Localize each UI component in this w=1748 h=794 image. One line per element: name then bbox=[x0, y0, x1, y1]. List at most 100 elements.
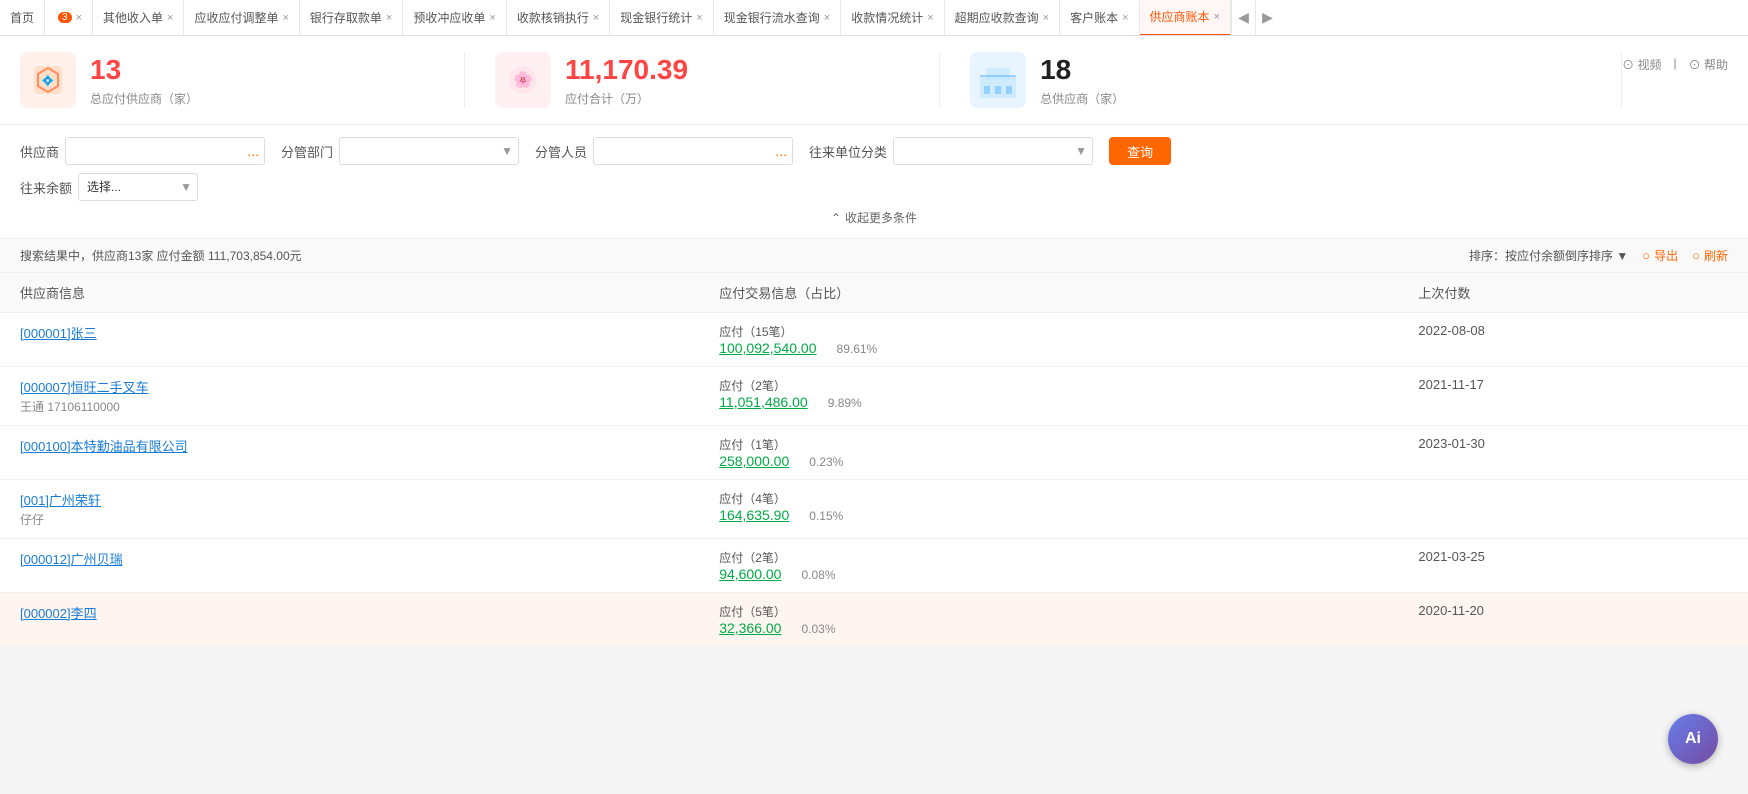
nav-tab-verify[interactable]: 收款核销执行 × bbox=[507, 0, 610, 36]
tx-cell: 应付（2笔）11,051,486.009.89% bbox=[699, 367, 1398, 426]
help-link[interactable]: ⊙ 帮助 bbox=[1689, 56, 1728, 73]
ai-button[interactable]: Ai bbox=[1668, 714, 1718, 764]
dept-filter-label: 分管部门 bbox=[281, 142, 333, 161]
last-pay-cell bbox=[1398, 480, 1748, 539]
result-right: 排序：按应付余额倒序排序 ▼ ○ 导出 ○ 刷新 bbox=[1469, 247, 1728, 264]
nav-tab-3-close[interactable]: × bbox=[76, 12, 82, 24]
tx-amount[interactable]: 258,000.00 bbox=[719, 453, 789, 469]
dept-select[interactable] bbox=[339, 137, 519, 165]
nav-tab-cash-flow-label: 现金银行流水查询 bbox=[724, 9, 820, 26]
total-payable-value: 11,170.39 bbox=[565, 53, 688, 87]
supplier-input-wrap: ... bbox=[65, 137, 265, 165]
summary-bar: 💠 13 总应付供应商（家） 🌸 11,170.39 应付合计（万） bbox=[0, 36, 1748, 125]
total-payable-icon: 🌸 bbox=[495, 52, 551, 108]
nav-tab-pre-collect[interactable]: 预收冲应收单 × bbox=[403, 0, 506, 36]
close-icon-other-income[interactable]: × bbox=[167, 12, 173, 24]
refresh-icon: ○ bbox=[1692, 248, 1700, 263]
nav-tab-cash-flow[interactable]: 现金银行流水查询 × bbox=[714, 0, 841, 36]
nav-tab-supplier-ledger[interactable]: 供应商账本 × bbox=[1140, 0, 1231, 36]
tx-amount[interactable]: 32,366.00 bbox=[719, 620, 781, 636]
collapse-button[interactable]: ⌃ 收起更多条件 bbox=[831, 209, 917, 226]
nav-tab-adjust-label: 应收应付调整单 bbox=[194, 9, 278, 26]
supplier-link[interactable]: [000100]本特勤油品有限公司 bbox=[20, 439, 188, 454]
svg-text:💠: 💠 bbox=[42, 74, 54, 87]
nav-tab-3[interactable]: 3 × bbox=[45, 0, 93, 36]
close-icon-cash-stat[interactable]: × bbox=[696, 12, 702, 24]
refresh-button[interactable]: ○ 刷新 bbox=[1692, 247, 1728, 264]
sort-label[interactable]: 排序：按应付余额倒序排序 ▼ bbox=[1469, 247, 1628, 264]
top-nav: 首页 3 × 其他收入单 × 应收应付调整单 × 银行存取款单 × 预收冲应收单… bbox=[0, 0, 1748, 36]
balance-select[interactable]: 选择... bbox=[78, 173, 198, 201]
table-row: [000001]张三应付（15笔）100,092,540.0089.61%202… bbox=[0, 313, 1748, 367]
last-pay-cell: 2022-08-08 bbox=[1398, 313, 1748, 367]
balance-select-wrap: 选择... ▼ bbox=[78, 173, 198, 201]
nav-tab-cash-stat[interactable]: 现金银行统计 × bbox=[610, 0, 713, 36]
supplier-link[interactable]: [000001]张三 bbox=[20, 326, 97, 341]
tx-amount[interactable]: 100,092,540.00 bbox=[719, 340, 816, 356]
nav-tab-verify-label: 收款核销执行 bbox=[517, 9, 589, 26]
supplier-link[interactable]: [000007]恒旺二手叉车 bbox=[20, 380, 149, 395]
tx-amount[interactable]: 11,051,486.00 bbox=[719, 394, 808, 410]
nav-tab-collect-stat-label: 收款情况统计 bbox=[851, 9, 923, 26]
tx-cell: 应付（1笔）258,000.000.23% bbox=[699, 426, 1398, 480]
tx-amount[interactable]: 94,600.00 bbox=[719, 566, 781, 582]
close-icon-supplier-ledger[interactable]: × bbox=[1214, 11, 1220, 23]
close-icon-overdue[interactable]: × bbox=[1043, 12, 1049, 24]
collapse-icon: ⌃ bbox=[831, 211, 841, 225]
nav-tab-collect-stat[interactable]: 收款情况统计 × bbox=[841, 0, 944, 36]
result-bar: 搜索结果中，供应商13家 应付金额 111,703,854.00元 排序：按应付… bbox=[0, 239, 1748, 273]
supplier-dots[interactable]: ... bbox=[247, 143, 259, 159]
nav-tab-overdue[interactable]: 超期应收款查询 × bbox=[945, 0, 1060, 36]
total-suppliers-label: 总供应商（家） bbox=[1040, 90, 1124, 107]
last-pay-cell: 2021-03-25 bbox=[1398, 539, 1748, 593]
category-select[interactable] bbox=[893, 137, 1093, 165]
nav-tab-cash-stat-label: 现金银行统计 bbox=[620, 9, 692, 26]
export-button[interactable]: ○ 导出 bbox=[1642, 247, 1678, 264]
close-icon-pre-collect[interactable]: × bbox=[489, 12, 495, 24]
nav-left-arrow[interactable]: ◀ bbox=[1231, 0, 1255, 36]
tx-cell: 应付（2笔）94,600.000.08% bbox=[699, 539, 1398, 593]
table-wrap: 供应商信息 应付交易信息（占比） 上次付数 [000001]张三应付（15笔）1… bbox=[0, 273, 1748, 647]
nav-tab-adjust[interactable]: 应收应付调整单 × bbox=[184, 0, 299, 36]
supplier-table: 供应商信息 应付交易信息（占比） 上次付数 [000001]张三应付（15笔）1… bbox=[0, 273, 1748, 647]
supplier-sub-info: 王通 17106110000 bbox=[20, 398, 679, 415]
tx-percent: 89.61% bbox=[837, 342, 878, 356]
category-select-wrap: ▼ bbox=[893, 137, 1093, 165]
summary-right-links: ⊙ 视频 | ⊙ 帮助 bbox=[1622, 52, 1728, 108]
supplier-link[interactable]: [000012]广州贝瑞 bbox=[20, 552, 123, 567]
close-icon-bank[interactable]: × bbox=[386, 12, 392, 24]
ai-button-label: Ai bbox=[1685, 730, 1701, 748]
nav-tab-other-income-label: 其他收入单 bbox=[103, 9, 163, 26]
summary-text-1: 13 总应付供应商（家） bbox=[90, 53, 198, 108]
person-dots[interactable]: ... bbox=[775, 143, 787, 159]
nav-tab-home[interactable]: 首页 bbox=[0, 0, 45, 36]
help-icon: ⊙ bbox=[1689, 58, 1701, 72]
nav-tab-3-badge: 3 bbox=[58, 12, 72, 23]
nav-tab-bank-label: 银行存取款单 bbox=[310, 9, 382, 26]
tx-label: 应付（4笔） bbox=[719, 490, 1378, 507]
tx-percent: 0.03% bbox=[801, 622, 835, 636]
supplier-input[interactable] bbox=[65, 137, 265, 165]
person-input[interactable] bbox=[593, 137, 793, 165]
query-button[interactable]: 查询 bbox=[1109, 137, 1171, 165]
supplier-link[interactable]: [001]广州荣轩 bbox=[20, 493, 101, 508]
nav-right-arrow[interactable]: ▶ bbox=[1255, 0, 1279, 36]
payable-suppliers-label: 总应付供应商（家） bbox=[90, 90, 198, 107]
close-icon-cash-flow[interactable]: × bbox=[824, 12, 830, 24]
tx-label: 应付（1笔） bbox=[719, 436, 1378, 453]
tx-percent: 0.08% bbox=[801, 568, 835, 582]
video-link[interactable]: ⊙ 视频 bbox=[1622, 56, 1661, 73]
video-icon: ⊙ bbox=[1622, 58, 1634, 72]
result-text: 搜索结果中，供应商13家 应付金额 111,703,854.00元 bbox=[20, 247, 302, 264]
close-icon-collect-stat[interactable]: × bbox=[927, 12, 933, 24]
tx-amount[interactable]: 164,635.90 bbox=[719, 507, 789, 523]
close-icon-adjust[interactable]: × bbox=[282, 12, 288, 24]
supplier-filter-label: 供应商 bbox=[20, 142, 59, 161]
close-icon-customer-ledger[interactable]: × bbox=[1122, 12, 1128, 24]
close-icon-verify[interactable]: × bbox=[593, 12, 599, 24]
nav-tab-other-income[interactable]: 其他收入单 × bbox=[93, 0, 184, 36]
nav-tab-customer-ledger[interactable]: 客户账本 × bbox=[1060, 0, 1139, 36]
nav-tab-bank[interactable]: 银行存取款单 × bbox=[300, 0, 403, 36]
collapse-label: 收起更多条件 bbox=[845, 209, 917, 226]
supplier-link[interactable]: [000002]李四 bbox=[20, 606, 97, 621]
